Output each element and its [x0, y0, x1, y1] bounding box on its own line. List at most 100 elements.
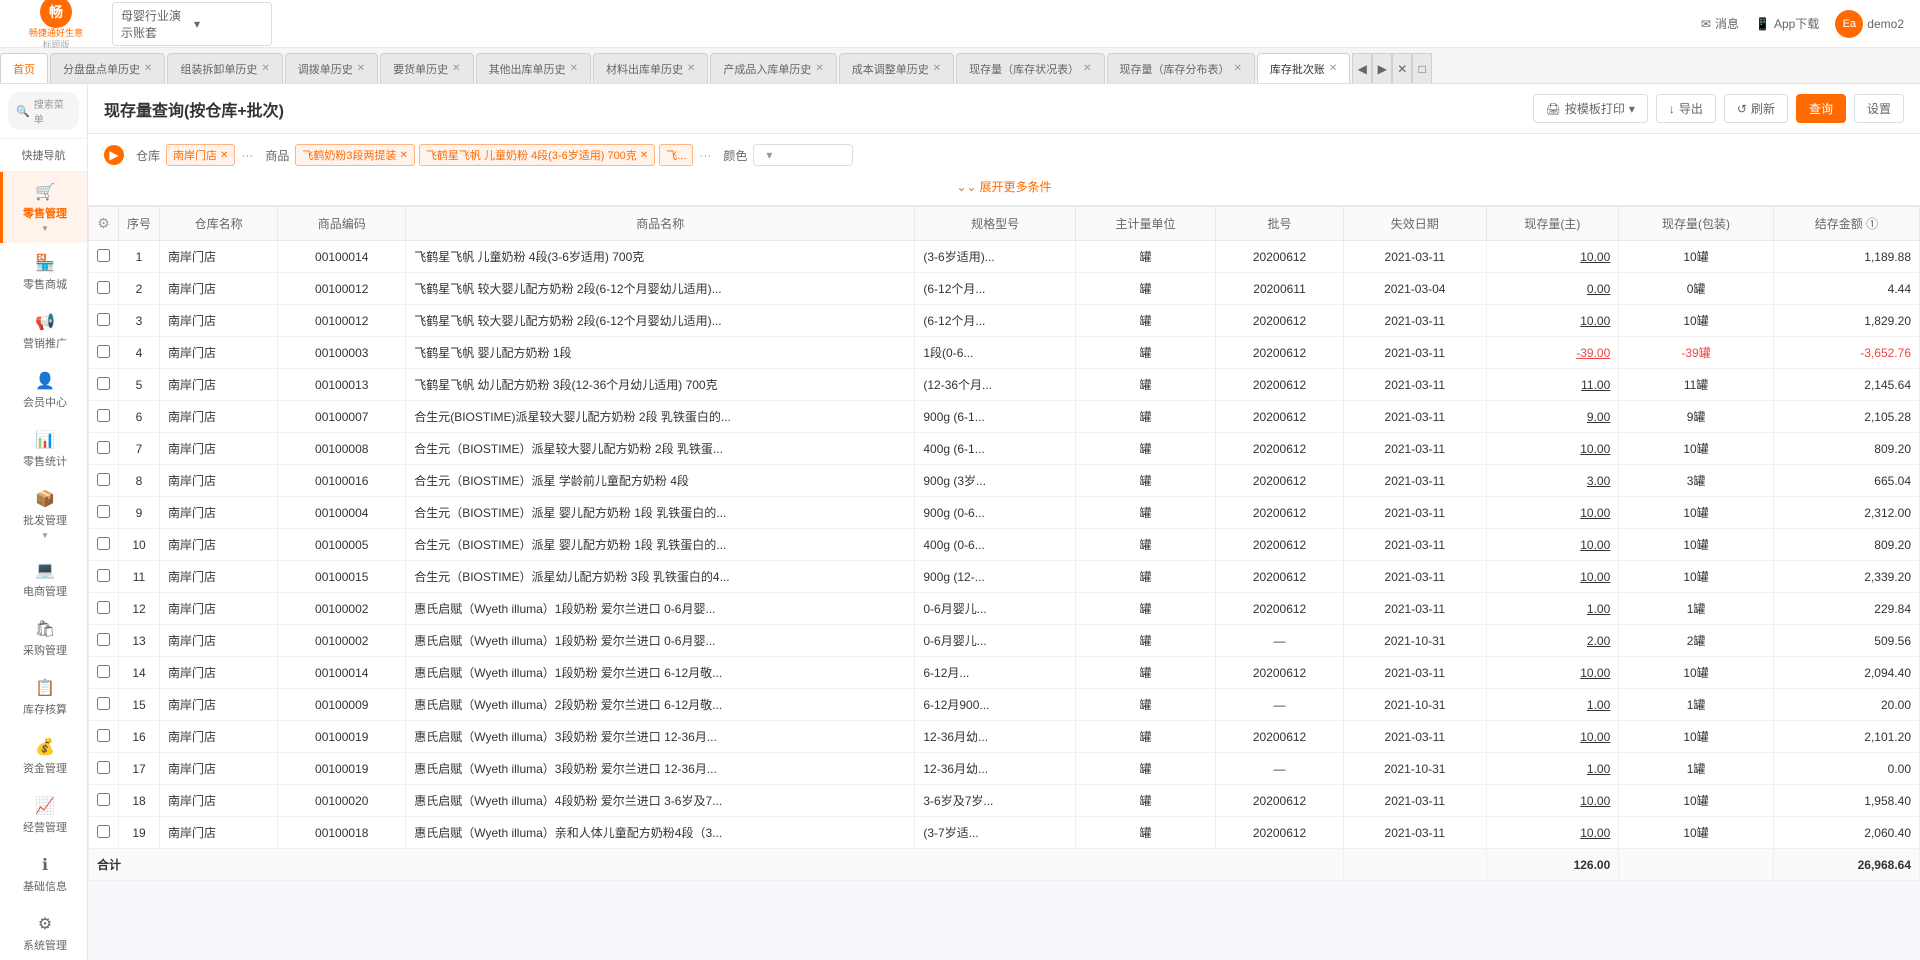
row-checkbox[interactable] [89, 753, 119, 785]
tab-close-zuzhang[interactable]: ✕ [261, 63, 269, 74]
row-qty-main[interactable]: 1.00 [1486, 593, 1619, 625]
tab-zuzhang[interactable]: 组装拆卸单历史 ✕ [167, 53, 282, 83]
row-qty-main[interactable]: 10.00 [1486, 497, 1619, 529]
tab-nav-prev[interactable]: ◀ [1352, 53, 1372, 83]
col-settings[interactable]: ⚙ [89, 207, 119, 241]
tab-close-cailiaochu[interactable]: ✕ [687, 63, 695, 74]
row-qty-main[interactable]: 10.00 [1486, 721, 1619, 753]
tab-close-diaopo[interactable]: ✕ [357, 63, 365, 74]
sidebar-item-marketing[interactable]: 📢 营销推广 [0, 302, 87, 361]
row-checkbox[interactable] [89, 817, 119, 849]
tab-xiancunzhuangkuang[interactable]: 现存量（库存状况表） ✕ [956, 53, 1104, 83]
sidebar-item-basic[interactable]: ℹ 基础信息 [0, 845, 87, 904]
row-checkbox[interactable] [89, 465, 119, 497]
row-qty-main[interactable]: -39.00 [1486, 337, 1619, 369]
row-checkbox[interactable] [89, 337, 119, 369]
row-checkbox[interactable] [89, 625, 119, 657]
row-checkbox[interactable] [89, 497, 119, 529]
row-qty-main[interactable]: 10.00 [1486, 785, 1619, 817]
nav-selector[interactable]: 母婴行业演示账套 ▾ [112, 2, 272, 46]
row-checkbox[interactable] [89, 593, 119, 625]
row-qty-main[interactable]: 10.00 [1486, 433, 1619, 465]
tab-close-xiancunzhuangkuang[interactable]: ✕ [1083, 63, 1091, 74]
tab-close-yaohuo[interactable]: ✕ [452, 63, 460, 74]
expand-more-button[interactable]: ⌄⌄ 展开更多条件 [956, 178, 1051, 195]
sidebar-item-system[interactable]: ⚙ 系统管理 [0, 904, 87, 960]
sidebar-search-box[interactable]: 🔍 搜索菜单 [8, 92, 79, 130]
tab-yaohuo[interactable]: 要货单历史 ✕ [380, 53, 473, 83]
row-qty-main[interactable]: 10.00 [1486, 305, 1619, 337]
tab-nav-close[interactable]: ✕ [1392, 53, 1412, 83]
product-more[interactable]: ··· [699, 148, 711, 162]
row-qty-main[interactable]: 0.00 [1486, 273, 1619, 305]
print-template-button[interactable]: 🖨 按模板打印 ▾ [1533, 94, 1648, 123]
tab-close-fenpan[interactable]: ✕ [144, 63, 152, 74]
row-qty-main[interactable]: 10.00 [1486, 529, 1619, 561]
row-qty-main[interactable]: 2.00 [1486, 625, 1619, 657]
tab-close-chengbentiao[interactable]: ✕ [933, 63, 941, 74]
row-checkbox[interactable] [89, 689, 119, 721]
tab-kucunpici[interactable]: 库存批次账 ✕ [1257, 53, 1350, 83]
color-input[interactable]: ▾ [753, 144, 853, 166]
tab-close-qitachuku[interactable]: ✕ [570, 63, 578, 74]
row-checkbox[interactable] [89, 561, 119, 593]
row-checkbox[interactable] [89, 401, 119, 433]
row-checkbox[interactable] [89, 241, 119, 273]
row-checkbox[interactable] [89, 369, 119, 401]
tab-chanchenru[interactable]: 产成品入库单历史 ✕ [710, 53, 836, 83]
row-qty-main[interactable]: 10.00 [1486, 241, 1619, 273]
tab-cailiaochu[interactable]: 材料出库单历史 ✕ [593, 53, 708, 83]
tab-close-xiancunfenbu[interactable]: ✕ [1234, 63, 1242, 74]
sidebar-item-finance[interactable]: 💰 资金管理 [0, 727, 87, 786]
tab-xiancunfenbu[interactable]: 现存量（库存分布表） ✕ [1107, 53, 1255, 83]
message-button[interactable]: ✉ 消息 [1701, 15, 1739, 32]
sidebar-search[interactable]: 🔍 搜索菜单 [0, 84, 87, 139]
row-checkbox[interactable] [89, 529, 119, 561]
sidebar-item-retailshop[interactable]: 🏪 零售商城 [0, 243, 87, 302]
sidebar-item-operation[interactable]: 📈 经营管理 [0, 786, 87, 845]
row-qty-main[interactable]: 9.00 [1486, 401, 1619, 433]
row-checkbox[interactable] [89, 657, 119, 689]
product-tag-1-close[interactable]: ✕ [400, 150, 408, 161]
row-qty-main[interactable]: 1.00 [1486, 689, 1619, 721]
row-qty-main[interactable]: 10.00 [1486, 561, 1619, 593]
row-qty-main[interactable]: 11.00 [1486, 369, 1619, 401]
row-checkbox[interactable] [89, 433, 119, 465]
row-qty-main[interactable]: 10.00 [1486, 657, 1619, 689]
sidebar-item-inventory[interactable]: 📋 库存核算 [0, 668, 87, 727]
row-name: 合生元（BIOSTIME）派星幼儿配方奶粉 3段 乳铁蛋白的4... [406, 561, 915, 593]
tab-diaopo[interactable]: 调拨单历史 ✕ [285, 53, 378, 83]
tab-close-chanchenru[interactable]: ✕ [815, 63, 823, 74]
sidebar-item-member[interactable]: 👤 会员中心 [0, 361, 87, 420]
query-button[interactable]: 查询 [1796, 94, 1846, 123]
tab-fenpan[interactable]: 分盘盘点单历史 ✕ [50, 53, 165, 83]
sidebar-item-retailstat[interactable]: 📊 零售统计 [0, 420, 87, 479]
user-menu[interactable]: Ea demo2 [1835, 10, 1904, 38]
warehouse-more[interactable]: ··· [241, 148, 253, 162]
row-checkbox[interactable] [89, 785, 119, 817]
export-button[interactable]: ↓ 导出 [1656, 94, 1716, 123]
row-checkbox[interactable] [89, 305, 119, 337]
sidebar-item-purchase[interactable]: 🛍 采购管理 [0, 609, 87, 668]
refresh-button[interactable]: ↺ 刷新 [1724, 94, 1788, 123]
settings-button[interactable]: 设置 [1854, 94, 1904, 123]
row-checkbox[interactable] [89, 721, 119, 753]
filter-expand-btn[interactable]: ▶ [104, 145, 124, 165]
settings-icon[interactable]: ⚙ [97, 215, 110, 231]
sidebar-item-ecommerce[interactable]: 💻 电商管理 [0, 550, 87, 609]
row-checkbox[interactable] [89, 273, 119, 305]
tab-nav-expand[interactable]: □ [1412, 53, 1432, 83]
row-qty-main[interactable]: 3.00 [1486, 465, 1619, 497]
sidebar-item-wholesale[interactable]: 📦 批发管理 ▼ [0, 479, 87, 550]
warehouse-tag-close[interactable]: ✕ [220, 150, 228, 161]
tab-chengbentiao[interactable]: 成本调整单历史 ✕ [839, 53, 954, 83]
row-qty-main[interactable]: 1.00 [1486, 753, 1619, 785]
app-download-button[interactable]: 📱 App下载 [1755, 15, 1819, 32]
tab-qitachuku[interactable]: 其他出库单历史 ✕ [476, 53, 591, 83]
tab-close-kucunpici[interactable]: ✕ [1329, 63, 1337, 74]
tab-nav-next[interactable]: ▶ [1372, 53, 1392, 83]
product-tag-2-close[interactable]: ✕ [640, 150, 648, 161]
tab-home[interactable]: 首页 [0, 53, 48, 83]
row-qty-main[interactable]: 10.00 [1486, 817, 1619, 849]
sidebar-item-retail[interactable]: 🛒 零售管理 ▼ [0, 172, 87, 243]
